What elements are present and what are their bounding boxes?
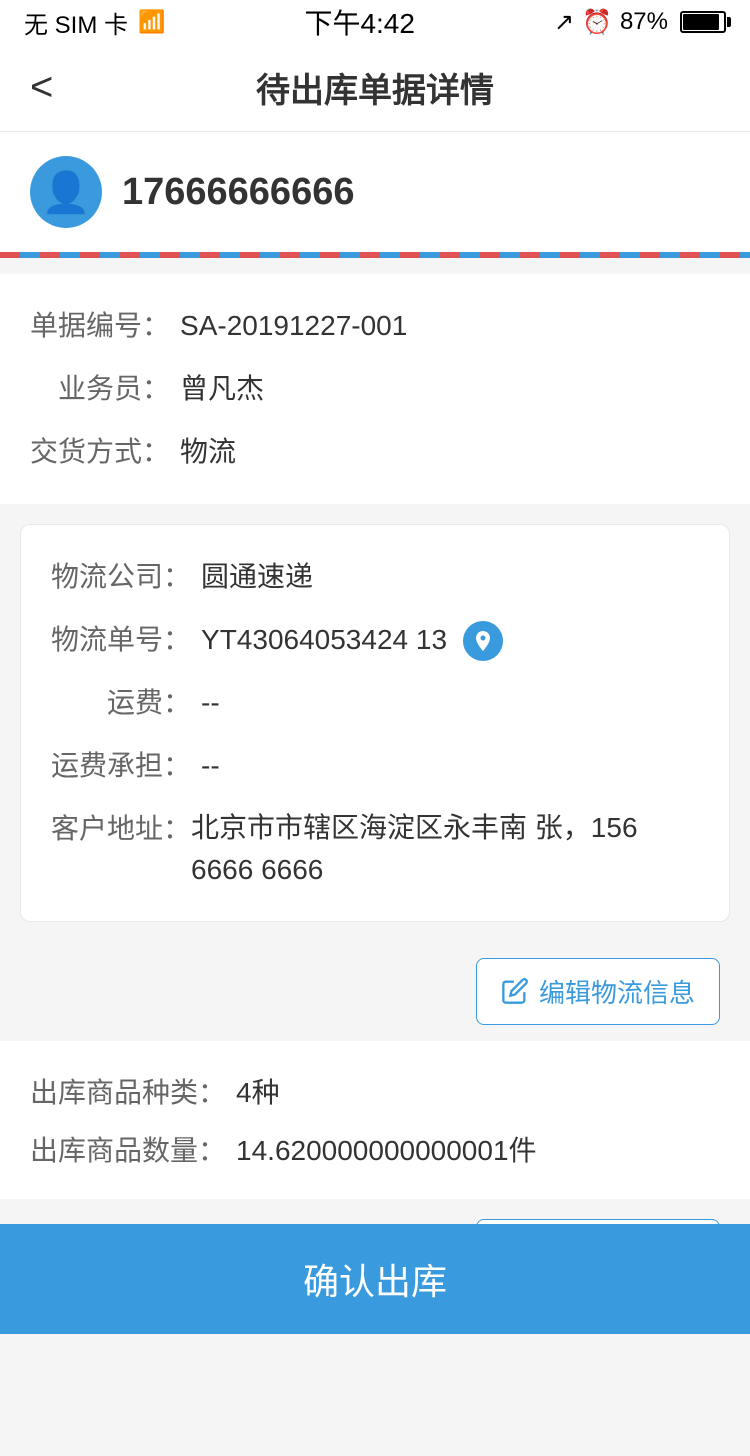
order-number-value: SA-20191227-001 <box>180 304 720 349</box>
freight-row: 运费： -- <box>51 681 699 726</box>
back-button[interactable]: < <box>30 65 53 110</box>
tracking-row: 物流单号： YT43064053424 13 <box>51 618 699 663</box>
product-quantity-label: 出库商品数量： <box>30 1129 226 1169</box>
agent-row: 业务员： 曾凡杰 <box>30 367 720 412</box>
status-right: ↗ ⏰ 87% <box>554 8 726 37</box>
product-types-label: 出库商品种类： <box>30 1071 226 1111</box>
battery-level: 87% <box>620 8 668 36</box>
freight-bearer-label: 运费承担： <box>51 744 191 789</box>
address-label: 客户地址： <box>51 807 191 852</box>
delivery-row: 交货方式： 物流 <box>30 430 720 475</box>
avatar: 👤 <box>30 156 102 228</box>
tracking-label: 物流单号： <box>51 618 191 663</box>
freight-bearer-value: -- <box>201 744 699 789</box>
order-number-row: 单据编号： SA-20191227-001 <box>30 304 720 349</box>
product-types-row: 出库商品种类： 4种 <box>30 1071 720 1111</box>
address-row: 客户地址： 北京市市辖区海淀区永丰南 张，156 6666 6666 <box>51 807 699 891</box>
freight-label: 运费： <box>51 681 191 726</box>
edit-logistics-button[interactable]: 编辑物流信息 <box>476 958 720 1025</box>
edit-btn-container: 编辑物流信息 <box>0 942 750 1025</box>
order-number-label: 单据编号： <box>30 304 170 349</box>
freight-bearer-row: 运费承担： -- <box>51 744 699 789</box>
product-quantity-row: 出库商品数量： 14.620000000000001件 <box>30 1129 720 1169</box>
location-icon[interactable] <box>463 621 503 661</box>
customer-card: 👤 17666666666 <box>0 132 750 252</box>
section-divider <box>0 1025 750 1041</box>
logistics-card: 物流公司： 圆通速递 物流单号： YT43064053424 13 运费： --… <box>20 524 730 921</box>
freight-value: -- <box>201 681 699 726</box>
product-types-value: 4种 <box>236 1071 280 1111</box>
tracking-value: YT43064053424 13 <box>201 618 699 663</box>
wifi-icon: 📶 <box>138 9 165 35</box>
tracking-number: YT43064053424 13 <box>201 618 447 663</box>
status-time: 下午4:42 <box>304 2 415 42</box>
agent-label: 业务员： <box>30 367 170 412</box>
address-value: 北京市市辖区海淀区永丰南 张，156 6666 6666 <box>191 807 699 891</box>
customer-phone: 17666666666 <box>122 171 354 214</box>
product-quantity-value: 14.620000000000001件 <box>236 1129 537 1169</box>
dashed-separator <box>0 252 750 258</box>
page-title: 待出库单据详情 <box>256 63 494 112</box>
edit-logistics-label: 编辑物流信息 <box>539 973 695 1010</box>
person-icon: 👤 <box>41 169 91 216</box>
delivery-value: 物流 <box>180 430 720 475</box>
agent-value: 曾凡杰 <box>180 367 720 412</box>
logistics-company-label: 物流公司： <box>51 555 191 600</box>
bottom-spacer <box>0 1316 750 1456</box>
logistics-company-row: 物流公司： 圆通速递 <box>51 555 699 600</box>
battery-icon <box>680 11 726 33</box>
status-bar: 无 SIM 卡 📶 下午4:42 ↗ ⏰ 87% <box>0 0 750 44</box>
status-left: 无 SIM 卡 📶 <box>24 5 165 40</box>
product-section: 出库商品种类： 4种 出库商品数量： 14.620000000000001件 <box>0 1041 750 1199</box>
alarm-icon: ⏰ <box>582 8 612 37</box>
delivery-label: 交货方式： <box>30 430 170 475</box>
order-info-section: 单据编号： SA-20191227-001 业务员： 曾凡杰 交货方式： 物流 <box>0 274 750 504</box>
nav-bar: < 待出库单据详情 <box>0 44 750 132</box>
confirm-button[interactable]: 确认出库 <box>0 1224 750 1334</box>
edit-icon <box>501 977 529 1005</box>
location-arrow-icon: ↗ <box>554 8 574 37</box>
confirm-button-label: 确认出库 <box>303 1253 447 1305</box>
carrier-label: 无 SIM 卡 <box>24 5 128 40</box>
logistics-company-value: 圆通速递 <box>201 555 699 600</box>
